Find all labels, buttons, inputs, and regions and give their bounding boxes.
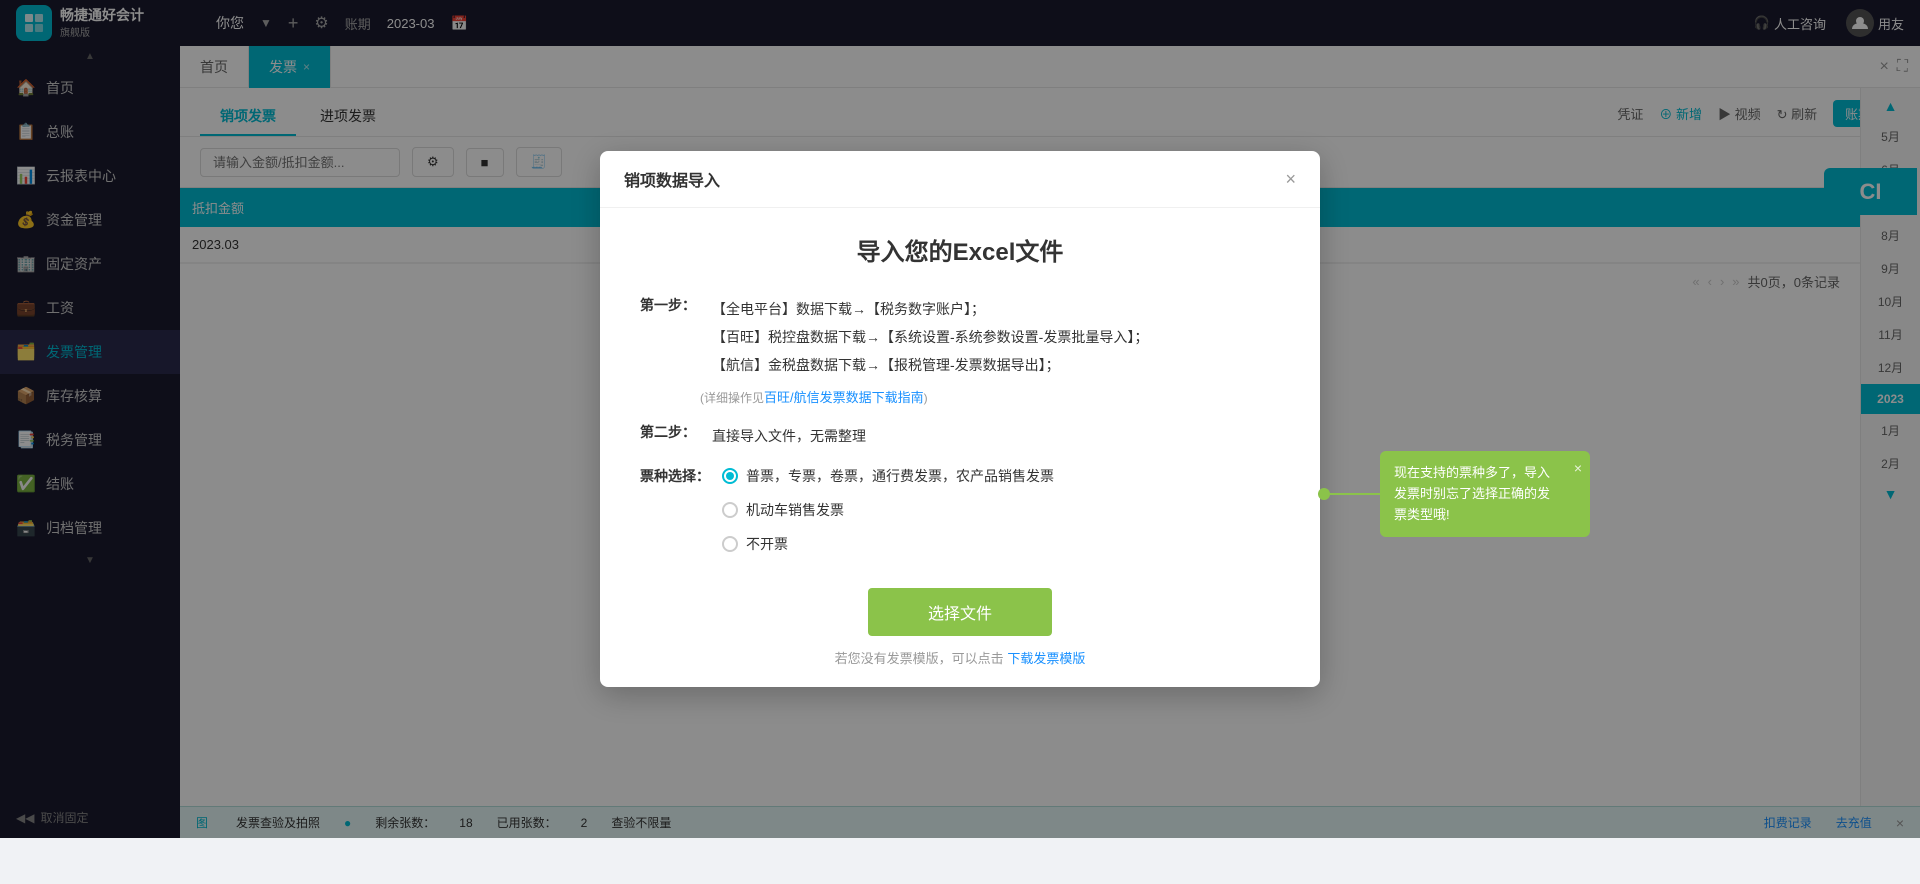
select-file-button[interactable]: 选择文件 xyxy=(868,588,1052,636)
tooltip-connector xyxy=(1318,488,1380,500)
step2-content: 直接导入文件，无需整理 xyxy=(712,422,866,450)
modal-header: 销项数据导入 × xyxy=(600,151,1320,208)
step1-line3: 【航信】金税盘数据下载→【报税管理-发票数据导出】； xyxy=(712,351,1148,379)
ticket-label: 票种选择： xyxy=(640,466,710,486)
tooltip-bubble: 现在支持的票种多了，导入发票时别忘了选择正确的发票类型哦! × xyxy=(1380,451,1590,537)
tooltip-dot xyxy=(1318,488,1330,500)
radio-row-noticket: 不开票 xyxy=(722,534,1054,554)
ticket-selection-row: 票种选择： 普票，专票，卷票，通行费发票，农产品销售发票 机动车销售发票 不开票 xyxy=(640,466,1280,568)
radio-row-vehicle: 机动车销售发票 xyxy=(722,500,1054,520)
step1-note: (详细操作见百旺/航信发票数据下载指南) xyxy=(700,387,1280,406)
download-template-link[interactable]: 下载发票模版 xyxy=(1007,651,1085,666)
tooltip-text: 现在支持的票种多了，导入发票时别忘了选择正确的发票类型哦! xyxy=(1394,465,1550,522)
import-modal: 销项数据导入 × 导入您的Excel文件 第一步： 【全电平台】数据下载→【税务… xyxy=(600,151,1320,687)
modal-main-title: 导入您的Excel文件 xyxy=(640,232,1280,267)
step1-row: 第一步： 【全电平台】数据下载→【税务数字账户】； 【百旺】税控盘数据下载→【系… xyxy=(640,295,1280,379)
guide-link[interactable]: 百旺/航信发票数据下载指南 xyxy=(764,390,924,405)
radio-general-label: 普票，专票，卷票，通行费发票，农产品销售发票 xyxy=(746,466,1054,486)
tooltip-line xyxy=(1330,493,1380,495)
radio-noticket[interactable] xyxy=(722,536,738,552)
step2-row: 第二步： 直接导入文件，无需整理 xyxy=(640,422,1280,450)
radio-vehicle[interactable] xyxy=(722,502,738,518)
modal-overlay: 销项数据导入 × 导入您的Excel文件 第一步： 【全电平台】数据下载→【税务… xyxy=(0,0,1920,838)
step1-content: 【全电平台】数据下载→【税务数字账户】； 【百旺】税控盘数据下载→【系统设置-系… xyxy=(712,295,1148,379)
radio-row-general: 普票，专票，卷票，通行费发票，农产品销售发票 xyxy=(722,466,1054,486)
radio-group: 普票，专票，卷票，通行费发票，农产品销售发票 机动车销售发票 不开票 xyxy=(722,466,1054,568)
modal-close-button[interactable]: × xyxy=(1285,169,1296,190)
step1-label: 第一步： xyxy=(640,295,700,379)
radio-vehicle-label: 机动车销售发票 xyxy=(746,500,844,520)
step2-label: 第二步： xyxy=(640,422,700,450)
modal-body: 导入您的Excel文件 第一步： 【全电平台】数据下载→【税务数字账户】； 【百… xyxy=(600,208,1320,687)
tooltip-close-btn[interactable]: × xyxy=(1574,457,1582,479)
modal-title: 销项数据导入 xyxy=(624,167,720,191)
radio-noticket-label: 不开票 xyxy=(746,534,788,554)
footer-note-text: 若您没有发票模版，可以点击 xyxy=(835,651,1004,666)
tooltip-container: 现在支持的票种多了，导入发票时别忘了选择正确的发票类型哦! × xyxy=(1318,451,1590,537)
radio-general[interactable] xyxy=(722,468,738,484)
step1-line2: 【百旺】税控盘数据下载→【系统设置-系统参数设置-发票批量导入】； xyxy=(712,323,1148,351)
step1-line1: 【全电平台】数据下载→【税务数字账户】； xyxy=(712,295,1148,323)
modal-footer-note: 若您没有发票模版，可以点击 下载发票模版 xyxy=(640,648,1280,667)
